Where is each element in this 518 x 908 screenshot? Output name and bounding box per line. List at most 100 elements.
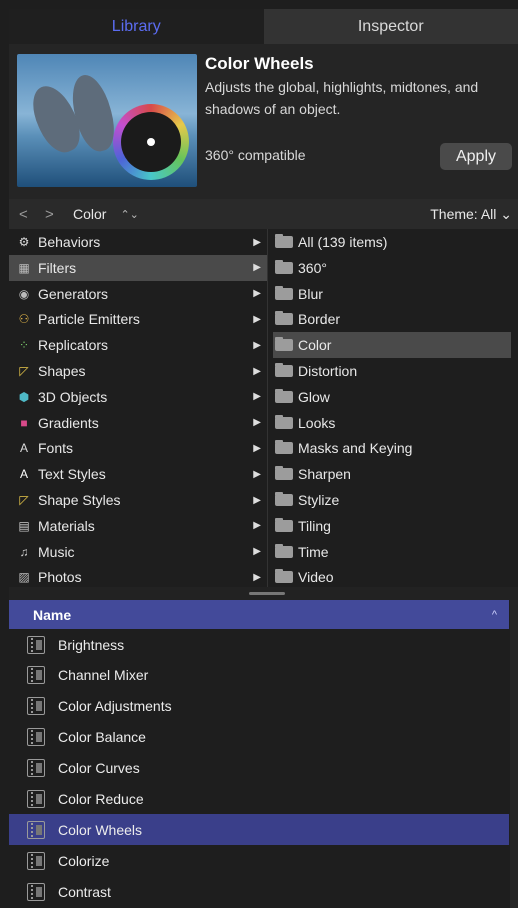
subcategory-label: Sharpen [298,466,351,483]
category-item[interactable]: ⁘ Replicators ▶ [9,332,267,358]
sort-ascending-icon[interactable]: ^ [492,609,497,621]
category-item[interactable]: A Text Styles ▶ [9,461,267,487]
tab-bar: Library Inspector [9,9,518,44]
font-icon: A [19,441,28,456]
folder-icon [275,492,293,506]
list-item[interactable]: Color Curves [9,753,509,784]
disclosure-arrow-icon: ▶ [253,571,261,583]
list-item-label: Color Balance [58,729,146,746]
subcategory-item[interactable]: Blur [273,281,511,307]
category-item[interactable]: ◸ Shape Styles ▶ [9,487,267,513]
category-label: Text Styles [38,466,106,483]
list-item[interactable]: Channel Mixer [9,660,509,691]
disclosure-arrow-icon: ▶ [253,546,261,558]
back-icon[interactable]: < [19,206,35,223]
subcategory-label: Masks and Keying [298,440,413,457]
category-item[interactable]: ■ Gradients ▶ [9,410,267,436]
disclosure-arrow-icon: ▶ [253,262,261,274]
gradient-icon: ■ [20,415,28,430]
category-item[interactable]: ▦ Filters ▶ [9,254,267,281]
disclosure-arrow-icon: ▶ [253,520,261,532]
location-stepper-icon[interactable]: ⌃⌄ [120,208,138,221]
category-label: Generators [38,285,109,302]
category-label: Fonts [38,440,74,457]
category-label: Behaviors [38,234,101,250]
subcategory-label: Time [298,543,329,560]
filter-icon [27,666,45,685]
category-item[interactable]: ⬢ 3D Objects ▶ [9,384,267,410]
list-item[interactable]: Brightness [9,629,509,660]
disclosure-arrow-icon: ▶ [253,313,261,325]
list-item-label: Color Wheels [58,821,143,838]
text-style-icon: A [19,467,28,482]
list-scrollbar[interactable] [510,600,518,908]
subcategory-item[interactable]: Masks and Keying [273,435,511,461]
emitter-icon: ⚇ [18,312,30,327]
category-label: Music [38,543,75,560]
list-item[interactable]: Color Wheels [9,814,509,846]
subcategory-item[interactable]: Time [273,539,511,565]
tab-inspector[interactable]: Inspector [263,9,518,44]
subcategory-item[interactable]: Tiling [273,513,511,539]
subcategory-label: Blur [298,285,323,302]
tab-library[interactable]: Library [9,9,264,44]
name-column-header[interactable]: Name [33,607,71,623]
divider-grip-icon[interactable] [249,592,285,595]
subcategory-item[interactable]: 360° [273,255,511,281]
subcategory-label: Looks [298,414,336,431]
preview-title: Color Wheels [205,54,314,73]
browser-columns: ⚙ Behaviors ▶ ▦ Filters ▶ ◉ Generators ▶ ⚇ Particl… [9,229,518,587]
list-item[interactable]: Colorize [9,845,509,876]
subcategory-item[interactable]: Color [273,332,511,359]
folder-icon [275,414,293,429]
disclosure-arrow-icon: ▶ [253,391,261,403]
folder-icon [275,569,293,584]
theme-popup[interactable]: Theme: All ⌄ [430,206,512,223]
music-icon: ♫ [19,544,29,559]
list-item[interactable]: Contrast [9,876,509,907]
forward-icon[interactable]: > [45,206,61,223]
folder-icon [275,311,293,326]
subcategory-item[interactable]: Stylize [273,487,511,513]
materials-icon: ▤ [18,518,30,533]
folder-icon [275,466,293,481]
filter-icon [27,820,45,839]
list-item-label: Contrast [58,883,111,900]
category-label: Gradients [38,414,99,431]
photos-icon: ▨ [18,570,30,585]
subcategory-item[interactable]: Sharpen [273,461,511,487]
list-header[interactable]: Name ^ [9,600,509,629]
category-item[interactable]: ◸ Shapes ▶ [9,358,267,384]
list-item-label: Colorize [58,852,110,869]
list-item[interactable]: Color Reduce [9,784,509,815]
disclosure-arrow-icon: ▶ [253,339,261,351]
filter-icon [27,697,45,716]
cube-icon: ⬢ [18,389,30,404]
filter-icon [27,882,45,901]
list-item[interactable]: Color Balance [9,722,509,753]
subcategory-item[interactable]: Looks [273,410,511,436]
category-label: Shapes [38,363,86,379]
disclosure-arrow-icon: ▶ [253,442,261,454]
category-item[interactable]: ◉ Generators ▶ [9,281,267,307]
subcategory-item[interactable]: All (139 items) [273,229,511,255]
disclosure-arrow-icon: ▶ [253,288,261,300]
subcategory-item[interactable]: Border [273,306,511,332]
category-item[interactable]: A Fonts ▶ [9,435,267,461]
filter-icon [27,851,45,870]
list-item[interactable]: Color Adjustments [9,691,509,722]
filter-list: Brightness Channel Mixer Color Adjustments… [9,629,509,908]
split-divider[interactable] [9,587,518,600]
location-label[interactable]: Color [73,206,106,222]
subcategory-item[interactable]: Glow [273,384,511,410]
filter-icon [27,759,45,778]
disclosure-arrow-icon: ▶ [253,365,261,377]
list-item-label: Channel Mixer [58,667,149,684]
category-item[interactable]: ♫ Music ▶ [9,539,267,565]
preview-description: Adjusts the global, highlights, midtones… [205,79,479,117]
apply-button[interactable]: Apply [440,143,512,170]
category-item[interactable]: ⚇ Particle Emitters ▶ [9,306,267,332]
category-item[interactable]: ▤ Materials ▶ [9,513,267,539]
subcategory-item[interactable]: Distortion [273,358,511,384]
category-item[interactable]: ⚙ Behaviors ▶ [9,229,267,255]
